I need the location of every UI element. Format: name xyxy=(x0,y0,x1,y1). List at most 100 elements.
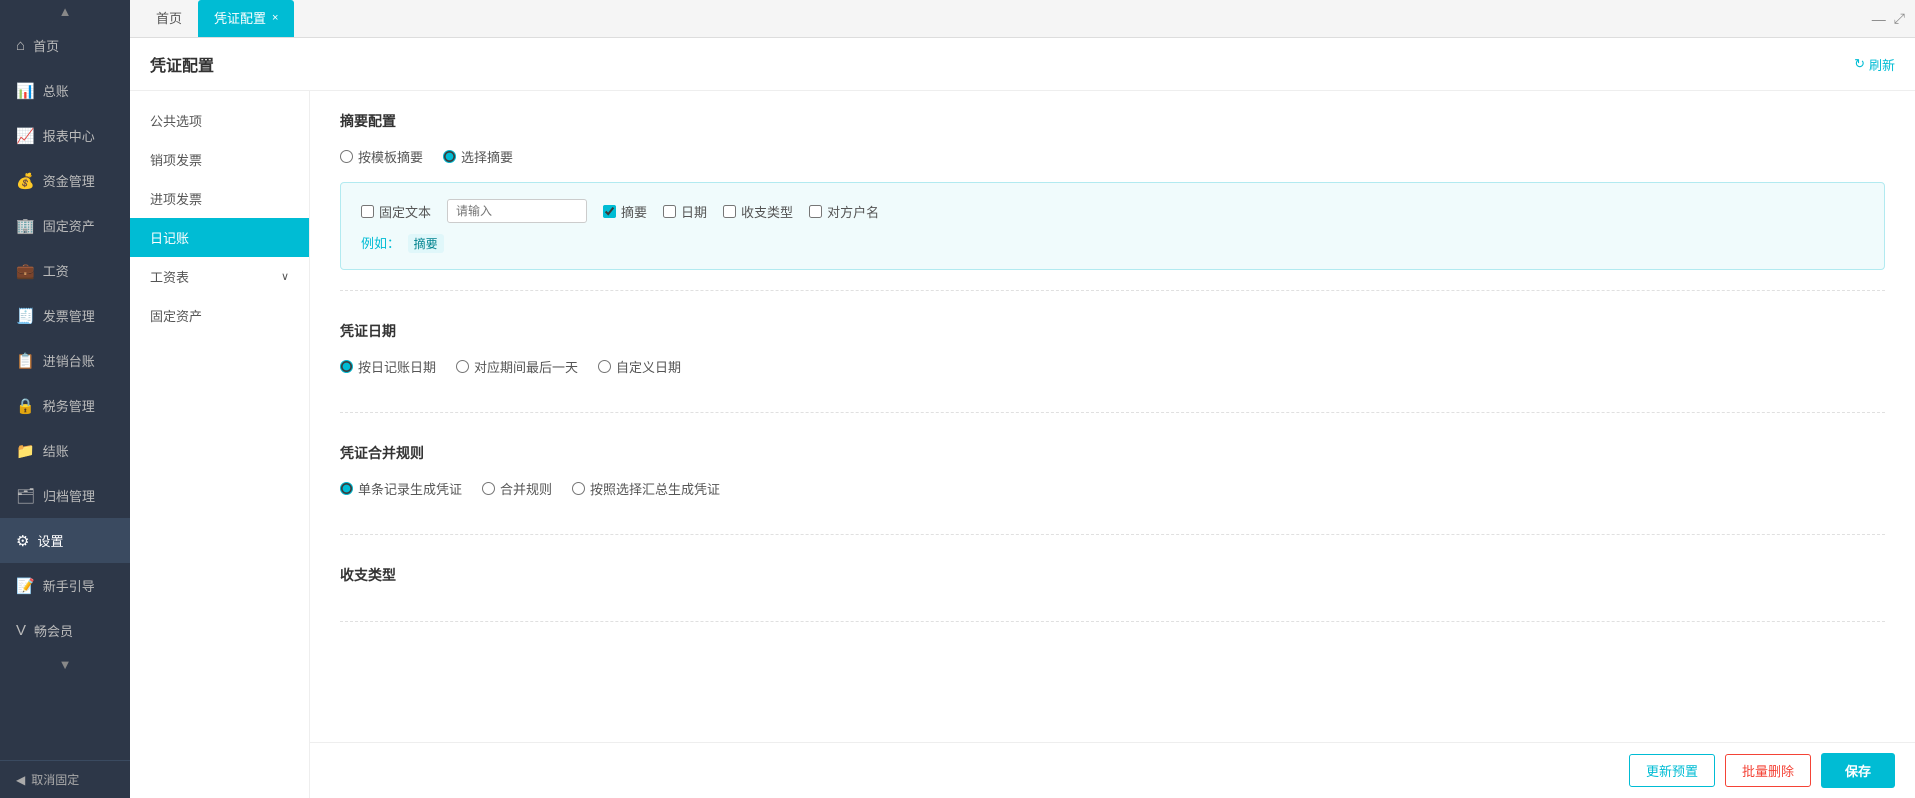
vip-icon: V xyxy=(16,622,26,639)
left-nav-fixed-assets[interactable]: 固定资产 xyxy=(130,296,309,335)
income-type-title: 收支类型 xyxy=(340,565,1885,585)
sidebar-item-settings[interactable]: ⚙ 设置 xyxy=(0,518,130,563)
fixed-text-input[interactable] xyxy=(447,199,587,223)
left-nav-public[interactable]: 公共选项 xyxy=(130,101,309,140)
voucher-date-journal-label: 按日记账日期 xyxy=(358,357,436,376)
refresh-button[interactable]: ↻ 刷新 xyxy=(1854,55,1895,74)
sidebar-item-archive[interactable]: 🗂 归档管理 xyxy=(0,473,130,518)
income-type-checkbox[interactable] xyxy=(723,205,736,218)
sidebar-item-assets[interactable]: 🏢 固定资产 xyxy=(0,203,130,248)
left-nav-public-label: 公共选项 xyxy=(150,111,202,130)
body-layout: 公共选项 销项发票 进项发票 日记账 工资表 ∨ 固定资产 xyxy=(130,91,1915,798)
checkbox-counterparty[interactable]: 对方户名 xyxy=(809,202,879,221)
batch-delete-button[interactable]: 批量删除 xyxy=(1725,754,1811,787)
sidebar-scroll-up[interactable]: ▲ xyxy=(0,0,130,23)
sales-ledger-icon: 📋 xyxy=(16,352,35,370)
sidebar-item-close[interactable]: 📁 结账 xyxy=(0,428,130,473)
right-content: 摘要配置 按模板摘要 选择摘要 xyxy=(310,91,1915,798)
abstract-radio-select[interactable]: 选择摘要 xyxy=(443,147,513,166)
tab-home-label: 首页 xyxy=(156,11,182,26)
sidebar-item-home[interactable]: ⌂ 首页 xyxy=(0,23,130,68)
sidebar-item-label: 设置 xyxy=(37,531,63,550)
left-nav-sales-invoice-label: 销项发票 xyxy=(150,150,202,169)
merge-rule-merge-input[interactable] xyxy=(482,482,495,495)
home-icon: ⌂ xyxy=(16,37,25,54)
sidebar-scroll-down[interactable]: ▼ xyxy=(0,653,130,676)
income-type-section: 收支类型 xyxy=(340,565,1885,622)
checkbox-date[interactable]: 日期 xyxy=(663,202,707,221)
counterparty-checkbox[interactable] xyxy=(809,205,822,218)
tab-voucher-config[interactable]: 凭证配置 × xyxy=(198,0,294,37)
checkbox-summary[interactable]: 摘要 xyxy=(603,202,647,221)
voucher-date-title: 凭证日期 xyxy=(340,321,1885,341)
tab-close-icon[interactable]: × xyxy=(272,12,278,24)
bottom-bar: 更新预置 批量删除 保存 xyxy=(310,742,1915,798)
tab-home[interactable]: 首页 xyxy=(140,0,198,37)
checkbox-income-type[interactable]: 收支类型 xyxy=(723,202,793,221)
merge-rule-radio-group: 单条记录生成凭证 合并规则 按照选择汇总生成凭证 xyxy=(340,479,1885,498)
voucher-date-last-day[interactable]: 对应期间最后一天 xyxy=(456,357,578,376)
left-nav-journal[interactable]: 日记账 xyxy=(130,218,309,257)
sidebar-item-label: 资金管理 xyxy=(43,171,95,190)
abstract-config-box: 固定文本 摘要 日期 xyxy=(340,182,1885,270)
merge-rule-select-merge[interactable]: 按照选择汇总生成凭证 xyxy=(572,479,720,498)
abstract-checkbox-row: 固定文本 摘要 日期 xyxy=(361,199,1864,223)
sidebar-item-sales-ledger[interactable]: 📋 进销台账 xyxy=(0,338,130,383)
left-nav-sales-invoice[interactable]: 销项发票 xyxy=(130,140,309,179)
merge-rule-select-merge-input[interactable] xyxy=(572,482,585,495)
sidebar-item-label: 税务管理 xyxy=(43,396,95,415)
sidebar-item-salary[interactable]: 💼 工资 xyxy=(0,248,130,293)
voucher-date-custom[interactable]: 自定义日期 xyxy=(598,357,681,376)
merge-rule-single[interactable]: 单条记录生成凭证 xyxy=(340,479,462,498)
refresh-label: 刷新 xyxy=(1869,55,1895,74)
merge-rule-merge[interactable]: 合并规则 xyxy=(482,479,552,498)
abstract-radio-template-input[interactable] xyxy=(340,150,353,163)
summary-checkbox[interactable] xyxy=(603,205,616,218)
update-preset-button[interactable]: 更新预置 xyxy=(1629,754,1715,787)
voucher-date-journal-input[interactable] xyxy=(340,360,353,373)
voucher-date-custom-input[interactable] xyxy=(598,360,611,373)
pin-icon: ◀ xyxy=(16,773,25,787)
date-checkbox[interactable] xyxy=(663,205,676,218)
sidebar-item-label: 新手引导 xyxy=(43,576,95,595)
sidebar-item-label: 结账 xyxy=(43,441,69,460)
content-area: 凭证配置 ↻ 刷新 公共选项 销项发票 进项发票 日记账 xyxy=(130,38,1915,798)
left-nav-purchase-invoice-label: 进项发票 xyxy=(150,189,202,208)
chevron-down-icon: ∨ xyxy=(281,270,289,283)
invoice-mgmt-icon: 🧾 xyxy=(16,307,35,325)
left-nav: 公共选项 销项发票 进项发票 日记账 工资表 ∨ 固定资产 xyxy=(130,91,310,798)
left-nav-salary-table-label: 工资表 xyxy=(150,267,189,286)
voucher-date-journal[interactable]: 按日记账日期 xyxy=(340,357,436,376)
sidebar-item-label: 归档管理 xyxy=(43,486,95,505)
main-area: 首页 凭证配置 × — ⤢ 凭证配置 ↻ 刷新 公共选项 xyxy=(130,0,1915,798)
left-nav-salary-table[interactable]: 工资表 ∨ xyxy=(130,257,309,296)
sidebar-item-vip[interactable]: V 畅会员 xyxy=(0,608,130,653)
minimize-button[interactable]: — xyxy=(1872,10,1886,27)
sidebar-item-guide[interactable]: 📝 新手引导 xyxy=(0,563,130,608)
merge-rule-title: 凭证合并规则 xyxy=(340,443,1885,463)
sidebar-item-label: 报表中心 xyxy=(43,126,95,145)
left-nav-journal-label: 日记账 xyxy=(150,228,189,247)
merge-rule-merge-label: 合并规则 xyxy=(500,479,552,498)
merge-rule-section: 凭证合并规则 单条记录生成凭证 合并规则 按照选择汇总生成凭证 xyxy=(340,443,1885,535)
voucher-date-last-day-input[interactable] xyxy=(456,360,469,373)
sidebar-item-invoice-mgmt[interactable]: 🧾 发票管理 xyxy=(0,293,130,338)
sidebar-cancel-pin[interactable]: ◀ 取消固定 xyxy=(0,760,130,798)
sidebar-item-funds[interactable]: 💰 资金管理 xyxy=(0,158,130,203)
left-nav-purchase-invoice[interactable]: 进项发票 xyxy=(130,179,309,218)
salary-icon: 💼 xyxy=(16,262,35,280)
merge-rule-single-input[interactable] xyxy=(340,482,353,495)
sidebar-item-ledger[interactable]: 📊 总账 xyxy=(0,68,130,113)
abstract-radio-template[interactable]: 按模板摘要 xyxy=(340,147,423,166)
refresh-icon: ↻ xyxy=(1854,56,1865,72)
sidebar-item-tax[interactable]: 🔒 税务管理 xyxy=(0,383,130,428)
sidebar-item-reports[interactable]: 📈 报表中心 xyxy=(0,113,130,158)
guide-icon: 📝 xyxy=(16,577,35,595)
fixed-text-checkbox[interactable] xyxy=(361,205,374,218)
abstract-example: 例如： 摘要 xyxy=(361,233,1864,253)
income-type-label: 收支类型 xyxy=(741,202,793,221)
maximize-button[interactable]: ⤢ xyxy=(1894,10,1905,27)
abstract-radio-select-input[interactable] xyxy=(443,150,456,163)
checkbox-fixed-text[interactable]: 固定文本 xyxy=(361,202,431,221)
save-button[interactable]: 保存 xyxy=(1821,753,1895,788)
